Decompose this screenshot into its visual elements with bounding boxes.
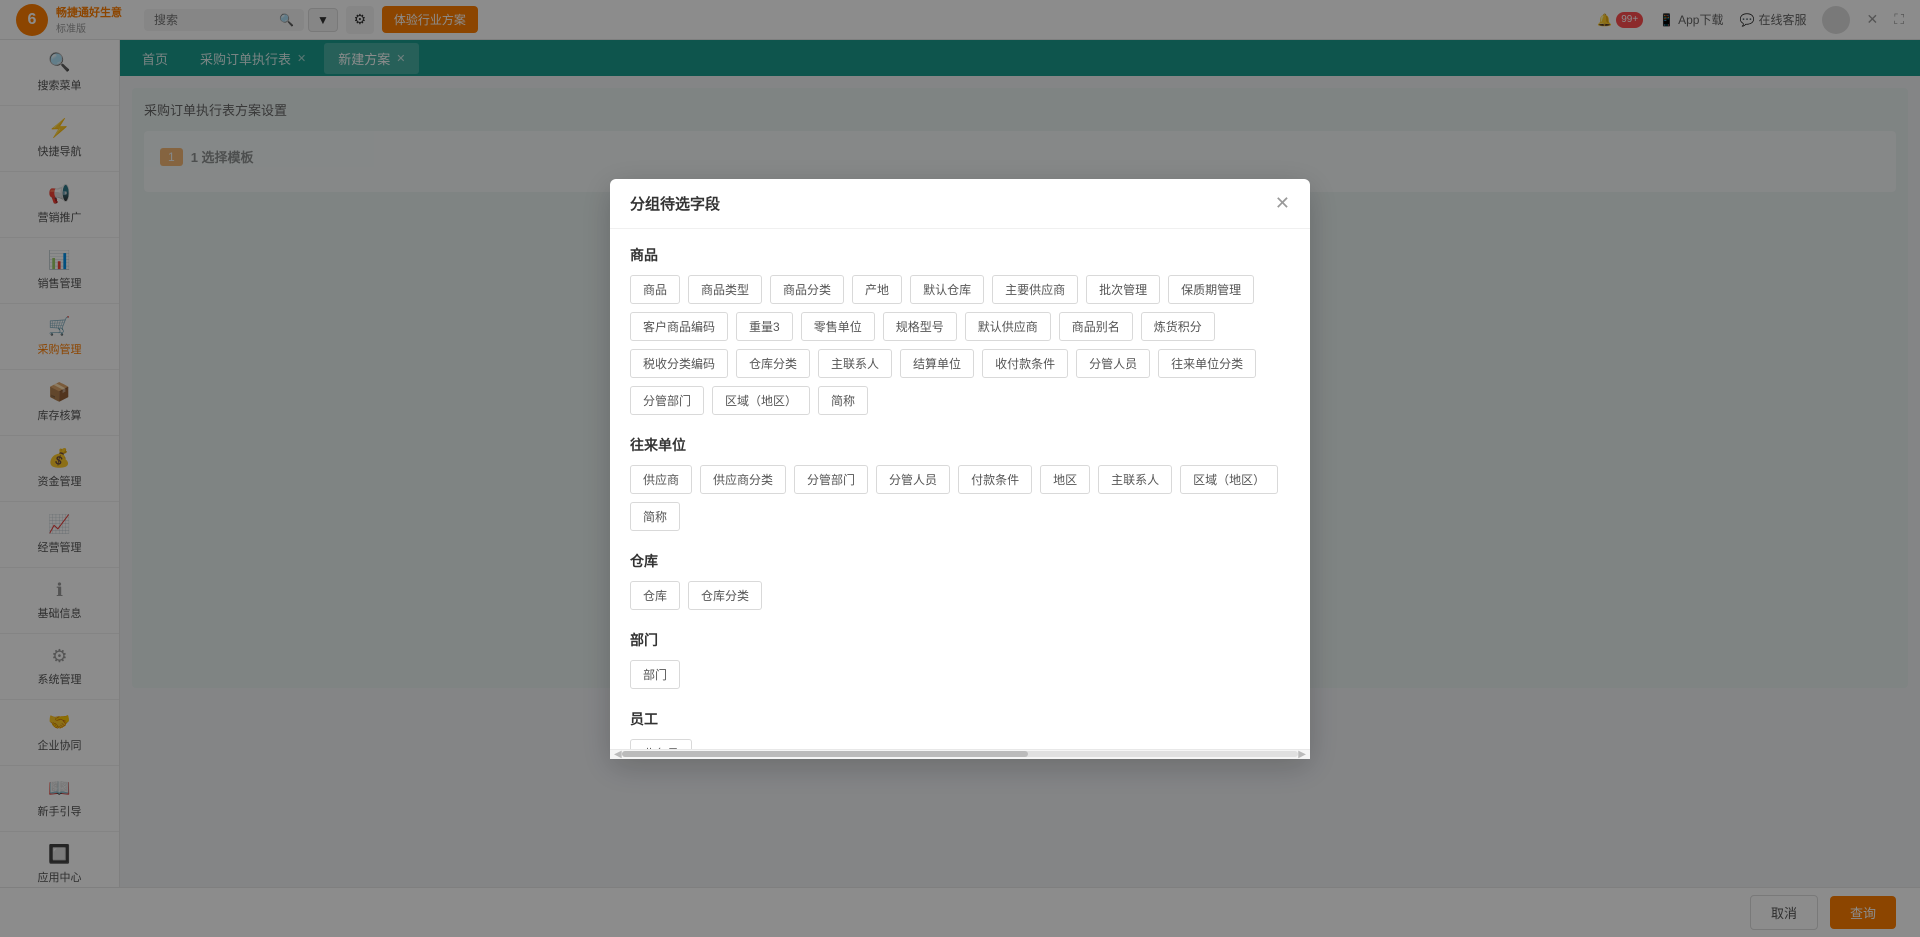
field-section-department: 部门部门 xyxy=(630,630,1290,689)
field-section-title-goods: 商品 xyxy=(630,245,1290,265)
field-tags-goods: 商品商品类型商品分类产地默认仓库主要供应商批次管理保质期管理客户商品编码重量3 零… xyxy=(630,275,1290,415)
modal-header: 分组待选字段 ✕ xyxy=(610,179,1310,229)
field-tag-供应商分类[interactable]: 供应商分类 xyxy=(700,465,786,494)
field-tag-区域（地区）[interactable]: 区域（地区） xyxy=(1180,465,1278,494)
scroll-track xyxy=(622,751,1299,757)
field-tag-地区[interactable]: 地区 xyxy=(1040,465,1090,494)
modal-title: 分组待选字段 xyxy=(630,193,720,214)
field-tag-保质期管理[interactable]: 保质期管理 xyxy=(1168,275,1254,304)
field-tags-partner: 供应商供应商分类分管部门分管人员付款条件地区主联系人区域（地区） 简称 xyxy=(630,465,1290,531)
field-tag-结算单位[interactable]: 结算单位 xyxy=(900,349,974,378)
field-tag-零售单位[interactable]: 零售单位 xyxy=(801,312,875,341)
field-tag-付款条件[interactable]: 付款条件 xyxy=(958,465,1032,494)
field-tag-主联系人[interactable]: 主联系人 xyxy=(818,349,892,378)
field-tags-warehouse: 仓库仓库分类 xyxy=(630,581,1290,610)
field-tag-分管部门[interactable]: 分管部门 xyxy=(794,465,868,494)
field-tag-税收分类编码[interactable]: 税收分类编码 xyxy=(630,349,728,378)
field-tag-规格型号[interactable]: 规格型号 xyxy=(883,312,957,341)
field-tags-employee: 业务员 xyxy=(630,739,1290,749)
scroll-thumb xyxy=(622,751,1028,757)
field-tag-默认仓库[interactable]: 默认仓库 xyxy=(910,275,984,304)
field-section-title-department: 部门 xyxy=(630,630,1290,650)
field-tag-商品分类[interactable]: 商品分类 xyxy=(770,275,844,304)
field-tag-区域（地区）[interactable]: 区域（地区） xyxy=(712,386,810,415)
field-tag-部门[interactable]: 部门 xyxy=(630,660,680,689)
field-section-warehouse: 仓库仓库仓库分类 xyxy=(630,551,1290,610)
field-tag-供应商[interactable]: 供应商 xyxy=(630,465,692,494)
field-tag-往来单位分类[interactable]: 往来单位分类 xyxy=(1158,349,1256,378)
field-section-title-warehouse: 仓库 xyxy=(630,551,1290,571)
field-tag-简称[interactable]: 简称 xyxy=(630,502,680,531)
field-tag-收付款条件[interactable]: 收付款条件 xyxy=(982,349,1068,378)
field-tag-产地[interactable]: 产地 xyxy=(852,275,902,304)
field-section-goods: 商品商品商品类型商品分类产地默认仓库主要供应商批次管理保质期管理客户商品编码重量… xyxy=(630,245,1290,415)
field-tag-简称[interactable]: 简称 xyxy=(818,386,868,415)
modal-horizontal-scrollbar[interactable]: ◀ ▶ xyxy=(610,749,1310,759)
modal-body: 商品商品商品类型商品分类产地默认仓库主要供应商批次管理保质期管理客户商品编码重量… xyxy=(610,229,1310,749)
field-tag-仓库[interactable]: 仓库 xyxy=(630,581,680,610)
field-tag-批次管理[interactable]: 批次管理 xyxy=(1086,275,1160,304)
modal-close-button[interactable]: ✕ xyxy=(1275,194,1290,212)
field-tag-重量3[interactable]: 重量3 xyxy=(736,312,793,341)
field-tag-商品类型[interactable]: 商品类型 xyxy=(688,275,762,304)
modal-overlay: 分组待选字段 ✕ 商品商品商品类型商品分类产地默认仓库主要供应商批次管理保质期管… xyxy=(0,0,1920,937)
field-tag-主要供应商[interactable]: 主要供应商 xyxy=(992,275,1078,304)
field-tag-商品[interactable]: 商品 xyxy=(630,275,680,304)
field-tag-分管部门[interactable]: 分管部门 xyxy=(630,386,704,415)
field-tag-分管人员[interactable]: 分管人员 xyxy=(1076,349,1150,378)
field-section-title-partner: 往来单位 xyxy=(630,435,1290,455)
field-section-title-employee: 员工 xyxy=(630,709,1290,729)
field-tag-分管人员[interactable]: 分管人员 xyxy=(876,465,950,494)
field-section-employee: 员工业务员 xyxy=(630,709,1290,749)
field-tag-默认供应商[interactable]: 默认供应商 xyxy=(965,312,1051,341)
field-tag-客户商品编码[interactable]: 客户商品编码 xyxy=(630,312,728,341)
field-tags-department: 部门 xyxy=(630,660,1290,689)
modal-dialog: 分组待选字段 ✕ 商品商品商品类型商品分类产地默认仓库主要供应商批次管理保质期管… xyxy=(610,179,1310,759)
field-tag-仓库分类[interactable]: 仓库分类 xyxy=(688,581,762,610)
field-tag-商品别名[interactable]: 商品别名 xyxy=(1059,312,1133,341)
field-tag-仓库分类[interactable]: 仓库分类 xyxy=(736,349,810,378)
field-tag-炼货积分[interactable]: 炼货积分 xyxy=(1141,312,1215,341)
field-tag-主联系人[interactable]: 主联系人 xyxy=(1098,465,1172,494)
field-tag-业务员[interactable]: 业务员 xyxy=(630,739,692,749)
field-section-partner: 往来单位供应商供应商分类分管部门分管人员付款条件地区主联系人区域（地区） 简称 xyxy=(630,435,1290,531)
